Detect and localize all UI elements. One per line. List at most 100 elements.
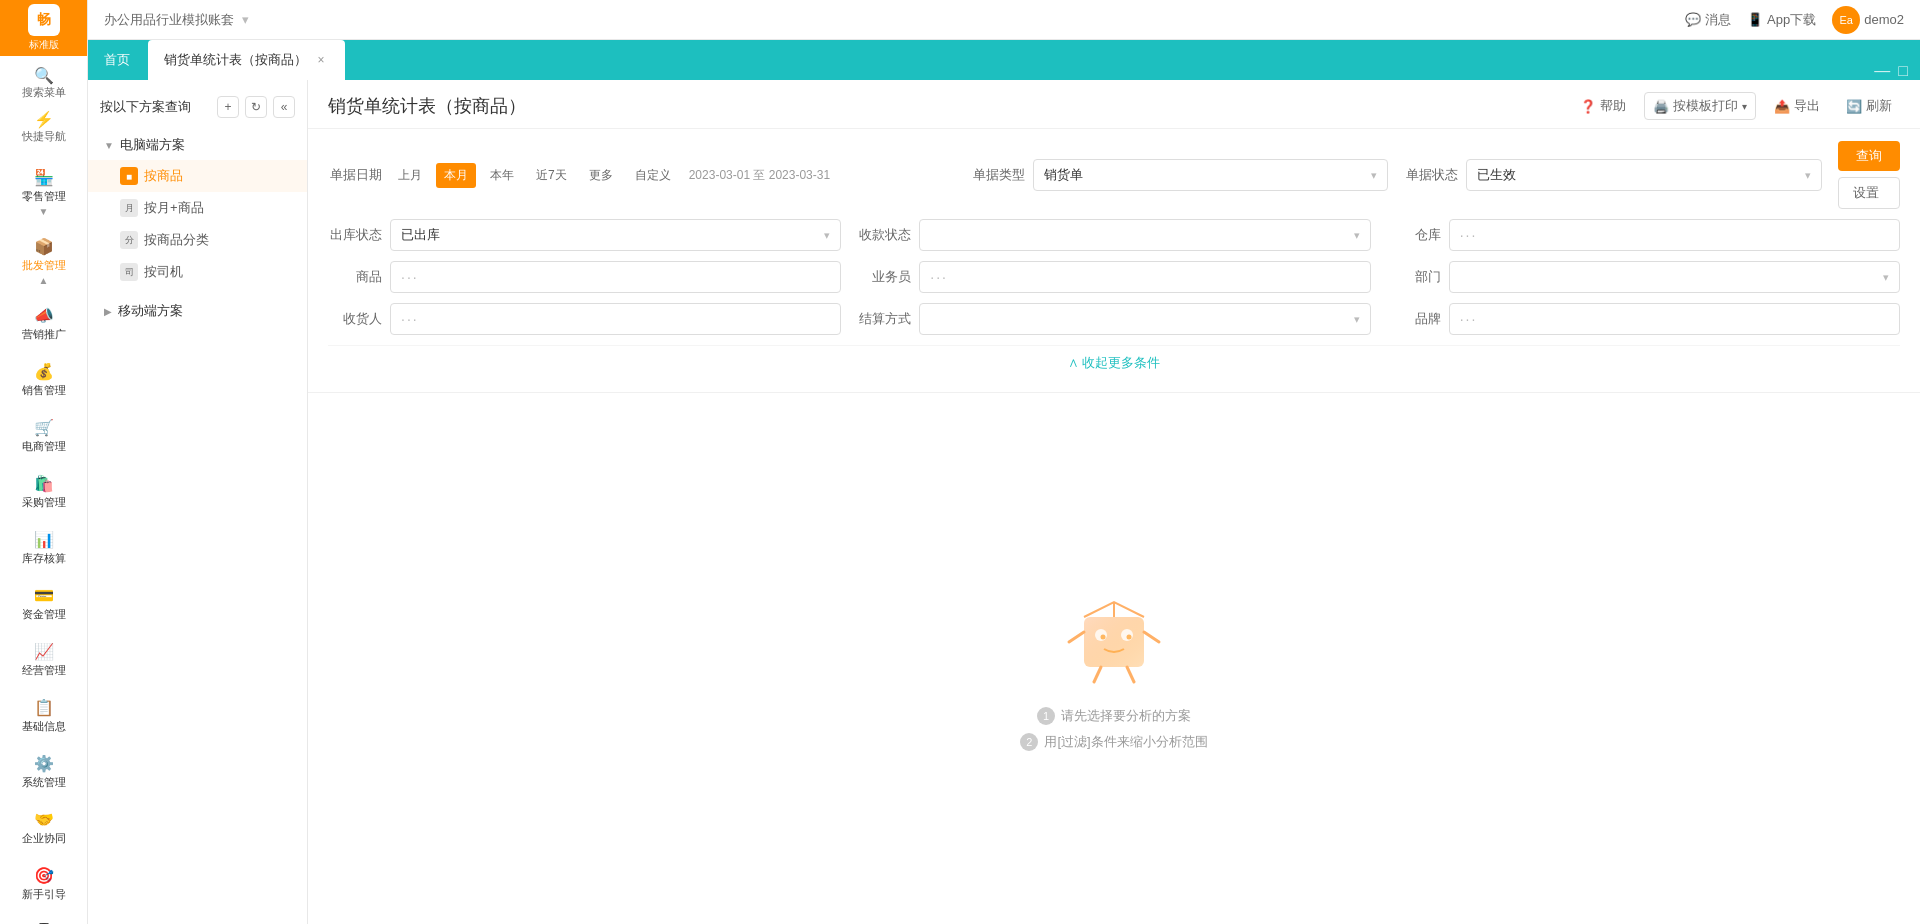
filter-department: 部门 ▾ [1387, 261, 1900, 293]
settings-button[interactable]: 设置 [1838, 177, 1900, 209]
plan-group-pc-title[interactable]: ▼ 电脑端方案 [88, 130, 307, 160]
out-status-select[interactable]: 已出库 ▾ [390, 219, 841, 251]
sidebar-item-basic[interactable]: 📋 基础信息 [0, 688, 87, 744]
warehouse-input[interactable]: ··· [1449, 219, 1900, 251]
collapse-panel-btn[interactable]: « [273, 96, 295, 118]
chevron-down-icon-6: ▾ [1354, 313, 1360, 326]
filter-out-status: 出库状态 已出库 ▾ [328, 219, 841, 251]
plan-item-by-goods[interactable]: ■ 按商品 [88, 160, 307, 192]
filter-settlement: 结算方式 ▾ [857, 303, 1370, 335]
date-btn-this-month[interactable]: 本月 [436, 163, 476, 188]
empty-state: 1 请先选择要分析的方案 2 用[过滤]条件来缩小分析范围 [308, 393, 1920, 924]
chevron-down-icon-5: ▾ [1883, 271, 1889, 284]
sidebar-item-wholesale[interactable]: 📦 批发管理 ▲ [0, 227, 87, 296]
filter-row-1: 单据日期 上月 本月 本年 近7天 更多 自定义 2023-03-01 至 20… [328, 141, 1900, 209]
sidebar-item-finance[interactable]: 💳 资金管理 [0, 576, 87, 632]
right-content: 销货单统计表（按商品） ❓ 帮助 🖨️ 按模板打印 ▾ 📤 导出 [308, 80, 1920, 924]
chevron-down-icon-2: ▾ [1805, 169, 1811, 182]
refresh-scheme-btn[interactable]: ↻ [245, 96, 267, 118]
empty-hint-2: 2 用[过滤]条件来缩小分析范围 [1020, 733, 1207, 751]
sidebar-logo: 畅 标准版 [0, 0, 88, 56]
user-menu[interactable]: Ea demo2 [1832, 6, 1904, 34]
date-btn-last-month[interactable]: 上月 [390, 163, 430, 188]
messages-btn[interactable]: 💬 消息 [1685, 11, 1731, 29]
order-status-label: 单据状态 [1404, 166, 1458, 184]
plan-item-month-goods[interactable]: 月 按月+商品 [88, 192, 307, 224]
settlement-select[interactable]: ▾ [919, 303, 1370, 335]
sidebar-item-sales[interactable]: 💰 销售管理 [0, 352, 87, 408]
header-actions: 💬 消息 📱 App下载 Ea demo2 [1685, 6, 1904, 34]
filter-brand: 品牌 ··· [1387, 303, 1900, 335]
brand-input[interactable]: ··· [1449, 303, 1900, 335]
tab-close-btn[interactable]: × [313, 52, 329, 68]
page-header: 销货单统计表（按商品） ❓ 帮助 🖨️ 按模板打印 ▾ 📤 导出 [308, 80, 1920, 129]
filter-area: 单据日期 上月 本月 本年 近7天 更多 自定义 2023-03-01 至 20… [308, 129, 1920, 393]
svg-point-5 [1127, 634, 1132, 639]
tab-active[interactable]: 销货单统计表（按商品） × [148, 40, 345, 80]
help-btn[interactable]: ❓ 帮助 [1572, 93, 1634, 119]
plan-item-icon-month: 月 [120, 199, 138, 217]
tab-minimize-btn[interactable]: — [1874, 62, 1890, 80]
svg-point-3 [1121, 629, 1133, 641]
settlement-label: 结算方式 [857, 310, 911, 328]
export-btn[interactable]: 📤 导出 [1766, 93, 1828, 119]
plan-item-icon-goods: ■ [120, 167, 138, 185]
tab-home[interactable]: 首页 [88, 40, 146, 80]
sidebar-item-purchase[interactable]: 🛍️ 采购管理 [0, 464, 87, 520]
svg-point-4 [1101, 634, 1106, 639]
action-buttons: 查询 设置 [1838, 141, 1900, 209]
sidebar-item-ecommerce[interactable]: 🛒 电商管理 [0, 408, 87, 464]
filter-payment-status: 收款状态 ▾ [857, 219, 1370, 251]
app-download-btn[interactable]: 📱 App下载 [1747, 11, 1816, 29]
plan-group-mobile-title[interactable]: ▶ 移动端方案 [88, 296, 307, 326]
refresh-btn[interactable]: 🔄 刷新 [1838, 93, 1900, 119]
sidebar-item-search[interactable]: 🔍 搜索菜单 [0, 56, 87, 106]
filter-receiver: 收货人 ··· [328, 303, 841, 335]
chevron-down-icon: ▾ [1371, 169, 1377, 182]
tab-bar-actions: — □ [1862, 62, 1920, 80]
sidebar-item-newbie[interactable]: 🎯 新手引导 [0, 856, 87, 912]
tab-maximize-btn[interactable]: □ [1898, 62, 1908, 80]
sidebar-item-operations[interactable]: 📈 经营管理 [0, 632, 87, 688]
logo-sub: 标准版 [29, 38, 59, 52]
industry-label: 办公用品行业模拟账套 [104, 11, 234, 29]
order-status-select[interactable]: 已生效 ▾ [1466, 159, 1822, 191]
goods-input[interactable]: ··· [390, 261, 841, 293]
plan-item-goods-category[interactable]: 分 按商品分类 [88, 224, 307, 256]
payment-status-select[interactable]: ▾ [919, 219, 1370, 251]
plan-item-icon-cashier: 司 [120, 263, 138, 281]
svg-line-6 [1069, 632, 1084, 642]
sidebar-item-retail[interactable]: 🏪 零售管理 ▼ [0, 158, 87, 227]
plan-group-pc-label: 电脑端方案 [120, 136, 185, 154]
svg-point-2 [1095, 629, 1107, 641]
filter-row-2: 出库状态 已出库 ▾ 收款状态 ▾ 仓库 [328, 219, 1900, 251]
plan-item-icon-category: 分 [120, 231, 138, 249]
date-btn-this-year[interactable]: 本年 [482, 163, 522, 188]
out-status-label: 出库状态 [328, 226, 382, 244]
date-btn-7days[interactable]: 近7天 [528, 163, 575, 188]
warehouse-label: 仓库 [1387, 226, 1441, 244]
receiver-input[interactable]: ··· [390, 303, 841, 335]
print-btn[interactable]: 🖨️ 按模板打印 ▾ [1644, 92, 1756, 120]
plan-item-cashier[interactable]: 司 按司机 [88, 256, 307, 288]
avatar: Ea [1832, 6, 1860, 34]
add-scheme-btn[interactable]: + [217, 96, 239, 118]
salesperson-input[interactable]: ··· [919, 261, 1370, 293]
query-button[interactable]: 查询 [1838, 141, 1900, 171]
sidebar-item-inventory[interactable]: 📊 库存核算 [0, 520, 87, 576]
date-btn-custom[interactable]: 自定义 [627, 163, 679, 188]
sidebar-item-appcenter[interactable]: 📱 应用中心 [0, 912, 87, 924]
sidebar-item-system[interactable]: ⚙️ 系统管理 [0, 744, 87, 800]
receiver-label: 收货人 [328, 310, 382, 328]
order-type-select[interactable]: 销货单 ▾ [1033, 159, 1389, 191]
department-select[interactable]: ▾ [1449, 261, 1900, 293]
collapse-more-btn[interactable]: ∧ 收起更多条件 [328, 345, 1900, 380]
plan-group-mobile-label: 移动端方案 [118, 302, 183, 320]
sidebar-item-quicknav[interactable]: ⚡ 快捷导航 [0, 106, 87, 150]
left-panel-title: 按以下方案查询 [100, 98, 191, 116]
sidebar-item-marketing[interactable]: 📣 营销推广 [0, 296, 87, 352]
order-type-label: 单据类型 [971, 166, 1025, 184]
date-btn-more[interactable]: 更多 [581, 163, 621, 188]
left-panel-actions: + ↻ « [217, 96, 295, 118]
sidebar-item-enterprise[interactable]: 🤝 企业协同 [0, 800, 87, 856]
